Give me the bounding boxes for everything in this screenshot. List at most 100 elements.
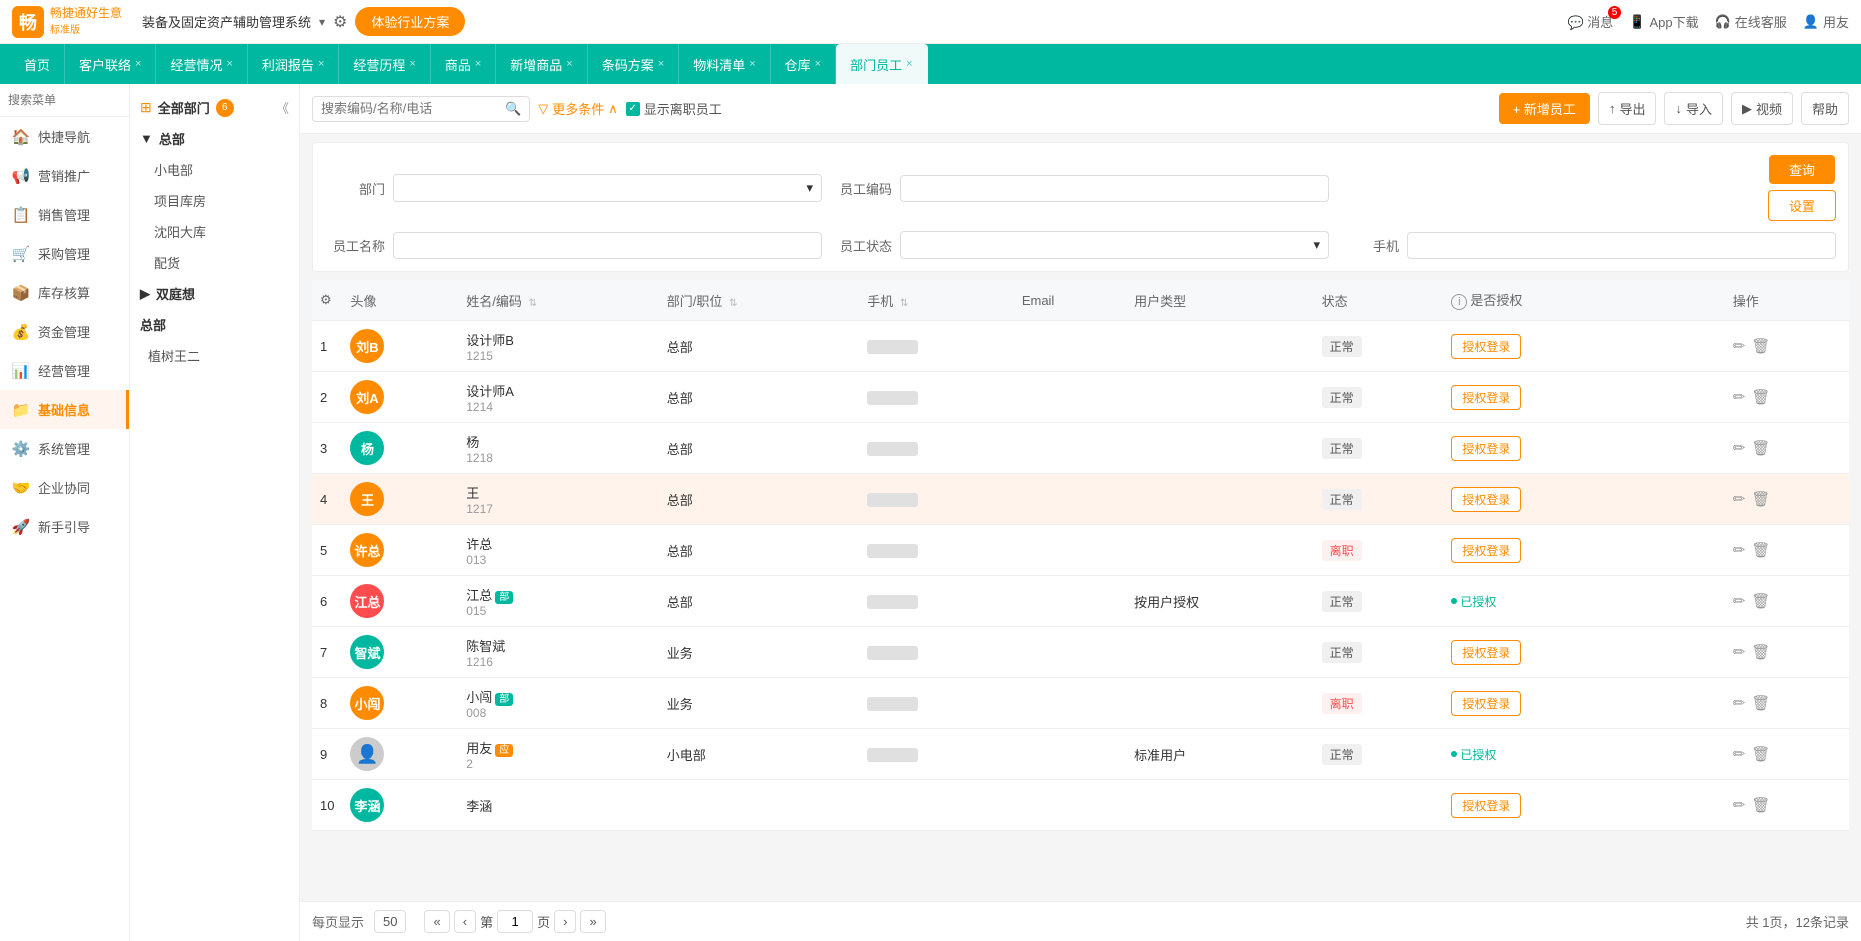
- online-service-button[interactable]: 🎧 在线客服: [1715, 12, 1787, 31]
- show-resigned-toggle[interactable]: ✓ 显示离职员工: [626, 99, 722, 118]
- edit-button[interactable]: ✏: [1733, 643, 1746, 661]
- edit-button[interactable]: ✏: [1733, 388, 1746, 406]
- auth-login-button[interactable]: 授权登录: [1451, 385, 1521, 410]
- sort-icon-phone[interactable]: ⇅: [900, 298, 908, 309]
- navtab-business[interactable]: 经营情况 ×: [156, 44, 247, 84]
- auth-login-button[interactable]: 授权登录: [1451, 436, 1521, 461]
- dept-item-headquarters[interactable]: 总部: [130, 309, 299, 340]
- sidebar-search-input[interactable]: [8, 93, 130, 107]
- system-dropdown[interactable]: ▾: [319, 15, 325, 29]
- edit-button[interactable]: ✏: [1733, 796, 1746, 814]
- auth-login-button[interactable]: 授权登录: [1451, 538, 1521, 563]
- dept-count-badge[interactable]: 6: [216, 99, 234, 117]
- navtab-add-goods[interactable]: 新增商品 ×: [496, 44, 587, 84]
- settings-button[interactable]: ⚙: [333, 12, 347, 32]
- navtab-profit[interactable]: 利润报告 ×: [248, 44, 339, 84]
- sidebar-item-stock[interactable]: 📦 库存核算: [0, 273, 129, 312]
- edit-button[interactable]: ✏: [1733, 541, 1746, 559]
- edit-button[interactable]: ✏: [1733, 337, 1746, 355]
- sidebar-item-enterprise[interactable]: 🤝 企业协同: [0, 468, 129, 507]
- delete-button[interactable]: 🗑: [1751, 592, 1770, 610]
- edit-button[interactable]: ✏: [1733, 745, 1746, 763]
- avatar: 江总: [350, 584, 384, 618]
- filter-empcode-input[interactable]: [900, 175, 1329, 202]
- prev-page-button[interactable]: ‹: [454, 910, 476, 933]
- dept-item-general[interactable]: ▼ 总部: [130, 123, 299, 154]
- app-download-button[interactable]: 📱 App下载: [1629, 12, 1698, 31]
- edit-button[interactable]: ✏: [1733, 490, 1746, 508]
- delete-button[interactable]: 🗑: [1751, 337, 1770, 355]
- trial-button[interactable]: 体验行业方案: [355, 7, 465, 36]
- message-button[interactable]: 💬 5 消息: [1567, 12, 1613, 31]
- navtab-barcode[interactable]: 条码方案 ×: [588, 44, 679, 84]
- sidebar-item-purchase[interactable]: 🛒 采购管理: [0, 234, 129, 273]
- table-row: 6 江总 江总部 015 总部 ●●●●●●● 按用户授权 正常 已授权 ✏ 🗑: [312, 576, 1849, 627]
- navtab-history[interactable]: 经营历程 ×: [339, 44, 430, 84]
- auth-login-button[interactable]: 授权登录: [1451, 334, 1521, 359]
- sidebar-item-quick-nav[interactable]: 🏠 快捷导航: [0, 117, 129, 156]
- first-page-button[interactable]: «: [424, 910, 449, 933]
- dept-item-shenyang[interactable]: 沈阳大库: [130, 216, 299, 247]
- dept-item-double-think[interactable]: ▶ 双庭想: [130, 278, 299, 309]
- dept-item-plant-king[interactable]: 植树王二: [130, 340, 299, 371]
- navtab-warehouse[interactable]: 仓库 ×: [771, 44, 836, 84]
- col-settings[interactable]: ⚙: [312, 280, 342, 321]
- import-button[interactable]: ↓ 导入: [1664, 92, 1723, 125]
- view-button[interactable]: ▶ 视频: [1731, 92, 1793, 125]
- sidebar-item-new-guide[interactable]: 🚀 新手引导: [0, 507, 129, 546]
- filter-phone-input[interactable]: [1407, 232, 1836, 259]
- delete-button[interactable]: 🗑: [1751, 439, 1770, 457]
- delete-button[interactable]: 🗑: [1751, 388, 1770, 406]
- sort-icon-name[interactable]: ⇅: [528, 298, 536, 309]
- dept-item-projectroom[interactable]: 项目库房: [130, 185, 299, 216]
- dept-collapse-button[interactable]: 《: [276, 98, 289, 117]
- navtab-goods[interactable]: 商品 ×: [431, 44, 496, 84]
- sort-icon-dept[interactable]: ⇅: [729, 298, 737, 309]
- sidebar-item-basic-info[interactable]: 📁 基础信息: [0, 390, 129, 429]
- edit-button[interactable]: ✏: [1733, 694, 1746, 712]
- auth-granted-badge: 已授权: [1451, 593, 1636, 610]
- query-button[interactable]: 查询: [1769, 155, 1835, 184]
- sidebar-item-operation[interactable]: 📊 经营管理: [0, 351, 129, 390]
- filter-dept-select[interactable]: ▾: [393, 174, 822, 202]
- row-no: 8: [312, 678, 342, 729]
- sidebar-item-marketing[interactable]: 📢 营销推广: [0, 156, 129, 195]
- more-filters-button[interactable]: ▽ 更多条件 ∧: [538, 99, 618, 118]
- dept-item-xiaodibu[interactable]: 小电部: [130, 154, 299, 185]
- sidebar-item-finance[interactable]: 💰 资金管理: [0, 312, 129, 351]
- delete-button[interactable]: 🗑: [1751, 694, 1770, 712]
- export-button[interactable]: ↑ 导出: [1598, 92, 1657, 125]
- filter-empname-input[interactable]: [393, 232, 822, 259]
- delete-button[interactable]: 🗑: [1751, 796, 1770, 814]
- auth-login-button[interactable]: 授权登录: [1451, 793, 1521, 818]
- filter-status-select[interactable]: ▾: [900, 231, 1329, 259]
- delete-button[interactable]: 🗑: [1751, 745, 1770, 763]
- navtab-home[interactable]: 首页: [10, 44, 65, 84]
- navtab-customer[interactable]: 客户联络 ×: [65, 44, 156, 84]
- settings-button[interactable]: 设置: [1768, 190, 1836, 221]
- filter-empname-row: 员工名称: [325, 232, 822, 259]
- navtab-dept-employee[interactable]: 部门员工 ×: [836, 44, 927, 84]
- add-employee-button[interactable]: + 新增员工: [1499, 93, 1590, 124]
- user-info[interactable]: 👤 用友: [1803, 12, 1849, 31]
- last-page-button[interactable]: »: [580, 910, 605, 933]
- delete-button[interactable]: 🗑: [1751, 490, 1770, 508]
- help-button[interactable]: 帮助: [1801, 92, 1849, 125]
- edit-button[interactable]: ✏: [1733, 592, 1746, 610]
- auth-login-button[interactable]: 授权登录: [1451, 691, 1521, 716]
- navtab-material[interactable]: 物料清单 ×: [679, 44, 770, 84]
- next-page-button[interactable]: ›: [554, 910, 576, 933]
- dept-item-distribution[interactable]: 配货: [130, 247, 299, 278]
- edit-button[interactable]: ✏: [1733, 439, 1746, 457]
- sidebar-item-system[interactable]: ⚙️ 系统管理: [0, 429, 129, 468]
- auth-login-button[interactable]: 授权登录: [1451, 487, 1521, 512]
- search-input[interactable]: [321, 101, 501, 116]
- auth-login-button[interactable]: 授权登录: [1451, 640, 1521, 665]
- page-number-input[interactable]: [497, 910, 533, 933]
- delete-button[interactable]: 🗑: [1751, 643, 1770, 661]
- row-email: [1014, 372, 1126, 423]
- page-size-select[interactable]: 50: [374, 910, 406, 933]
- sidebar-item-sales[interactable]: 📋 销售管理: [0, 195, 129, 234]
- delete-button[interactable]: 🗑: [1751, 541, 1770, 559]
- auth-info-icon[interactable]: i: [1451, 294, 1467, 310]
